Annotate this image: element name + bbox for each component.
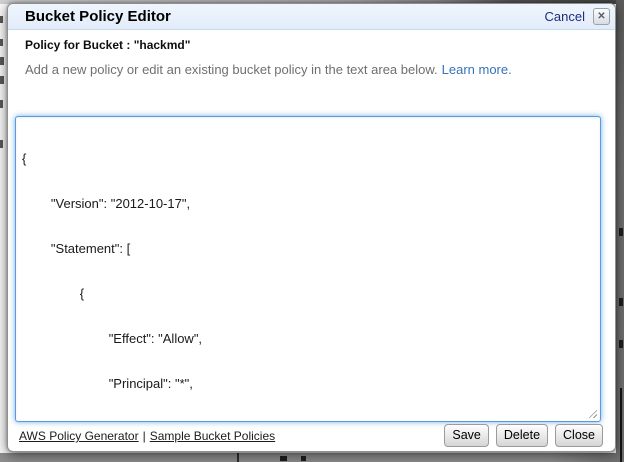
background-page-left-edge [0,4,7,453]
footer-buttons: Save Delete Close [444,424,603,447]
background-text-fragment [301,456,306,461]
dialog-title: Bucket Policy Editor [25,8,545,25]
learn-more-link[interactable]: Learn more. [442,62,512,77]
background-text-fragment [619,298,623,306]
policy-line: "Action": "s3:GetObject", [22,421,594,422]
delete-button[interactable]: Delete [496,424,548,447]
background-divider-line [237,453,239,462]
sample-bucket-policies-link[interactable]: Sample Bucket Policies [150,429,275,443]
policy-line: "Principal": "*", [22,376,594,391]
policy-for-bucket-label: Policy for Bucket : "hackmd" [25,38,598,52]
background-divider-line [620,388,622,462]
bucket-policy-editor-dialog: Bucket Policy Editor Cancel ✕ Policy for… [7,3,616,452]
aws-policy-generator-link[interactable]: AWS Policy Generator [19,429,139,443]
background-text-fragment [0,100,3,108]
background-page-bottom-edge [0,453,624,462]
link-separator: | [143,429,146,443]
background-text-fragment [280,456,287,461]
footer-links: AWS Policy Generator | Sample Bucket Polic… [19,429,275,443]
policy-line: { [22,286,594,301]
description-text: Add a new policy or edit an existing buc… [25,62,438,77]
dialog-header: Bucket Policy Editor Cancel ✕ [8,4,615,30]
background-text-fragment [619,228,623,236]
background-text-fragment [0,57,4,65]
close-icon[interactable]: ✕ [593,8,610,25]
save-button[interactable]: Save [444,424,489,447]
background-text-fragment [0,39,3,46]
policy-line: "Statement": [ [22,241,594,256]
policy-line: "Version": "2012-10-17", [22,196,594,211]
close-button[interactable]: Close [555,424,603,447]
background-text-fragment [619,340,623,348]
background-text-fragment [0,16,3,23]
policy-line: "Effect": "Allow", [22,331,594,346]
policy-line: { [22,151,594,166]
background-text-fragment [0,140,3,148]
dialog-description: Add a new policy or edit an existing buc… [25,62,598,77]
policy-textarea[interactable]: { "Version": "2012-10-17", "Statement": … [15,116,601,422]
background-text-fragment [0,76,4,84]
cancel-link[interactable]: Cancel [545,9,585,24]
textarea-resize-grip[interactable] [587,408,597,418]
